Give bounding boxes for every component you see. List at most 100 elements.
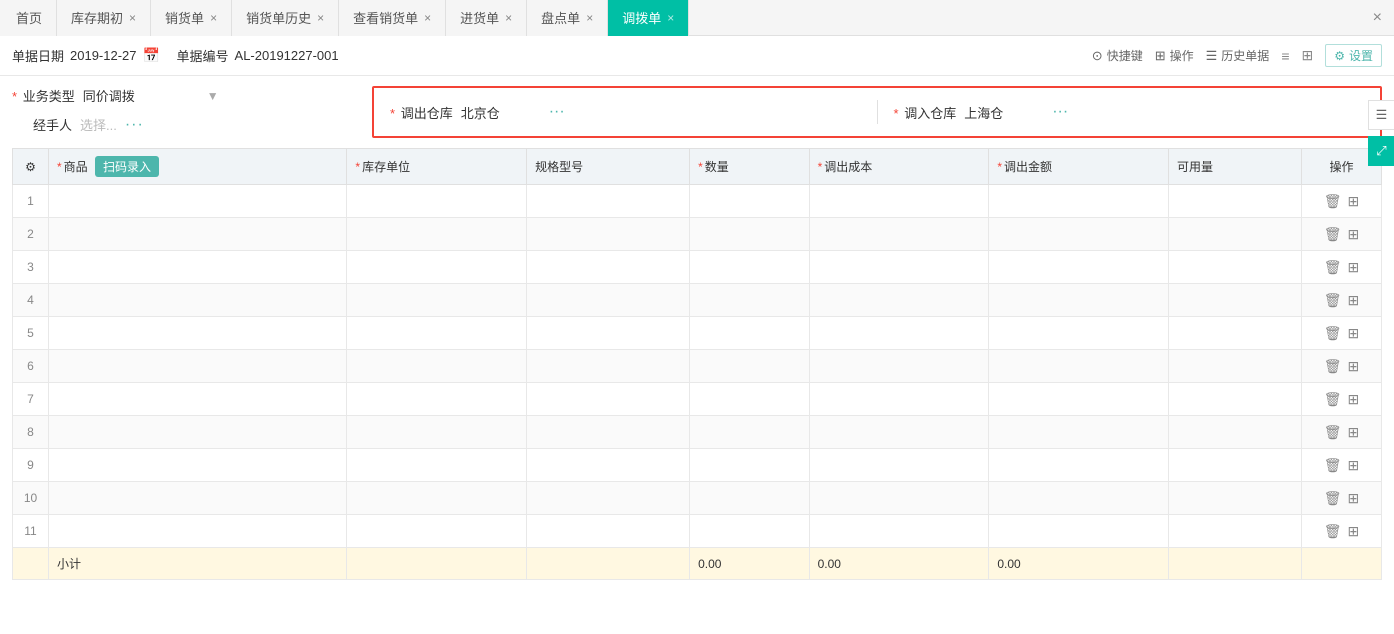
out-warehouse-value: 北京仓 (461, 103, 541, 122)
product-cell[interactable] (49, 317, 347, 350)
delete-icon[interactable]: 🗑 (1324, 457, 1342, 474)
tab-close-inventory-init[interactable]: × (129, 11, 136, 25)
tab-inventory-init[interactable]: 库存期初 × (57, 0, 151, 36)
delete-icon[interactable]: 🗑 (1324, 226, 1342, 243)
history-btn[interactable]: ☰ 历史单据 (1206, 47, 1270, 64)
table-container: ⚙ *商品 扫码录入 *库存单位 规格型号 *数量 *调出成本 *调出金额 可用… (0, 148, 1394, 580)
person-field: 经手人 选择... ··· (12, 115, 352, 134)
tab-bar-close-btn[interactable]: × (1373, 9, 1394, 27)
form-section: * 业务类型 同价调拨 ▼ 经手人 选择... ··· * 调出仓库 (0, 76, 1394, 148)
tab-transfer[interactable]: 调拨单 × (608, 0, 689, 36)
product-cell[interactable] (49, 251, 347, 284)
out-warehouse-field: * 调出仓库 北京仓 ··· (390, 103, 861, 122)
list-icon[interactable]: ≡ (1281, 48, 1289, 64)
toolbar-grid: ⊞ (1301, 47, 1313, 64)
delete-icon[interactable]: 🗑 (1324, 523, 1342, 540)
tab-purchase-order[interactable]: 进货单 × (446, 0, 527, 36)
tab-close-purchase-order[interactable]: × (505, 11, 512, 25)
delete-icon[interactable]: 🗑 (1324, 358, 1342, 375)
copy-icon[interactable]: ⊞ (1348, 490, 1360, 507)
th-amount: *调出金额 (989, 149, 1169, 185)
doc-value: AL-20191227-001 (235, 48, 339, 63)
right-panel: ☰ ⤢ (1368, 100, 1394, 168)
person-select[interactable]: 选择... (80, 115, 117, 134)
product-cell[interactable] (49, 185, 347, 218)
footer-row: 小计 0.00 0.00 0.00 (13, 548, 1382, 580)
copy-icon[interactable]: ⊞ (1348, 226, 1360, 243)
tab-sales-order[interactable]: 销货单 × (151, 0, 232, 36)
row-num: 8 (13, 416, 49, 449)
product-cell[interactable] (49, 515, 347, 548)
table-row: 7 🗑 ⊞ (13, 383, 1382, 416)
footer-cost: 0.00 (809, 548, 989, 580)
row-num: 3 (13, 251, 49, 284)
shortcut-btn[interactable]: ⊙ 快捷键 (1092, 47, 1143, 64)
delete-icon[interactable]: 🗑 (1324, 325, 1342, 342)
footer-amount: 0.00 (989, 548, 1169, 580)
person-more-icon[interactable]: ··· (125, 116, 144, 134)
delete-icon[interactable]: 🗑 (1324, 391, 1342, 408)
operation-icon: ⊞ (1155, 48, 1166, 64)
product-cell[interactable] (49, 482, 347, 515)
delete-icon[interactable]: 🗑 (1324, 193, 1342, 210)
copy-icon[interactable]: ⊞ (1348, 523, 1360, 540)
copy-icon[interactable]: ⊞ (1348, 193, 1360, 210)
product-cell[interactable] (49, 383, 347, 416)
right-panel-expand-btn[interactable]: ⤢ (1368, 136, 1394, 166)
copy-icon[interactable]: ⊞ (1348, 358, 1360, 375)
product-cell[interactable] (49, 218, 347, 251)
date-value: 2019-12-27 (70, 48, 137, 63)
items-table: ⚙ *商品 扫码录入 *库存单位 规格型号 *数量 *调出成本 *调出金额 可用… (12, 148, 1382, 580)
in-warehouse-more-icon[interactable]: ··· (1052, 103, 1068, 121)
row-num: 2 (13, 218, 49, 251)
tab-close-sales-history[interactable]: × (317, 11, 324, 25)
th-settings[interactable]: ⚙ (13, 149, 49, 185)
delete-icon[interactable]: 🗑 (1324, 490, 1342, 507)
form-left: * 业务类型 同价调拨 ▼ 经手人 选择... ··· (12, 86, 352, 134)
tab-close-stocktake[interactable]: × (586, 11, 593, 25)
scan-barcode-btn[interactable]: 扫码录入 (95, 156, 159, 177)
copy-icon[interactable]: ⊞ (1348, 259, 1360, 276)
copy-icon[interactable]: ⊞ (1348, 457, 1360, 474)
tab-close-sales-order[interactable]: × (210, 11, 217, 25)
tab-close-transfer[interactable]: × (667, 11, 674, 25)
copy-icon[interactable]: ⊞ (1348, 292, 1360, 309)
product-cell[interactable] (49, 449, 347, 482)
out-warehouse-more-icon[interactable]: ··· (549, 103, 565, 121)
toolbar-row: 单据日期 2019-12-27 📅 单据编号 AL-20191227-001 ⊙… (0, 36, 1394, 76)
delete-icon[interactable]: 🗑 (1324, 292, 1342, 309)
copy-icon[interactable]: ⊞ (1348, 325, 1360, 342)
row-num: 5 (13, 317, 49, 350)
shortcut-icon: ⊙ (1092, 48, 1103, 64)
row-num: 11 (13, 515, 49, 548)
grid-icon[interactable]: ⊞ (1301, 47, 1313, 64)
delete-icon[interactable]: 🗑 (1324, 259, 1342, 276)
table-row: 10 🗑 ⊞ (13, 482, 1382, 515)
tab-sales-history[interactable]: 销货单历史 × (232, 0, 339, 36)
in-warehouse-field: * 调入仓库 上海仓 ··· (894, 103, 1365, 122)
row-num: 1 (13, 185, 49, 218)
tab-close-view-sales[interactable]: × (424, 11, 431, 25)
copy-icon[interactable]: ⊞ (1348, 391, 1360, 408)
setting-btn[interactable]: ⚙ 设置 (1325, 44, 1382, 67)
tab-view-sales[interactable]: 查看销货单 × (339, 0, 446, 36)
toolbar-divider: ≡ (1281, 48, 1289, 64)
tab-stocktake[interactable]: 盘点单 × (527, 0, 608, 36)
setting-icon: ⚙ (1334, 49, 1345, 63)
copy-icon[interactable]: ⊞ (1348, 424, 1360, 441)
operation-btn[interactable]: ⊞ 操作 (1155, 47, 1194, 64)
history-icon: ☰ (1206, 48, 1218, 64)
delete-icon[interactable]: 🗑 (1324, 424, 1342, 441)
business-type-select[interactable]: 同价调拨 ▼ (83, 86, 219, 105)
product-cell[interactable] (49, 284, 347, 317)
row-num: 10 (13, 482, 49, 515)
table-row: 4 🗑 ⊞ (13, 284, 1382, 317)
table-row: 5 🗑 ⊞ (13, 317, 1382, 350)
calendar-icon[interactable]: 📅 (143, 47, 161, 65)
tab-home[interactable]: 首页 (0, 0, 57, 36)
product-cell[interactable] (49, 350, 347, 383)
product-cell[interactable] (49, 416, 347, 449)
right-panel-list-btn[interactable]: ☰ (1368, 100, 1394, 130)
table-row: 6 🗑 ⊞ (13, 350, 1382, 383)
toolbar-right: ⊙ 快捷键 ⊞ 操作 ☰ 历史单据 ≡ ⊞ ⚙ 设置 (1092, 44, 1382, 67)
